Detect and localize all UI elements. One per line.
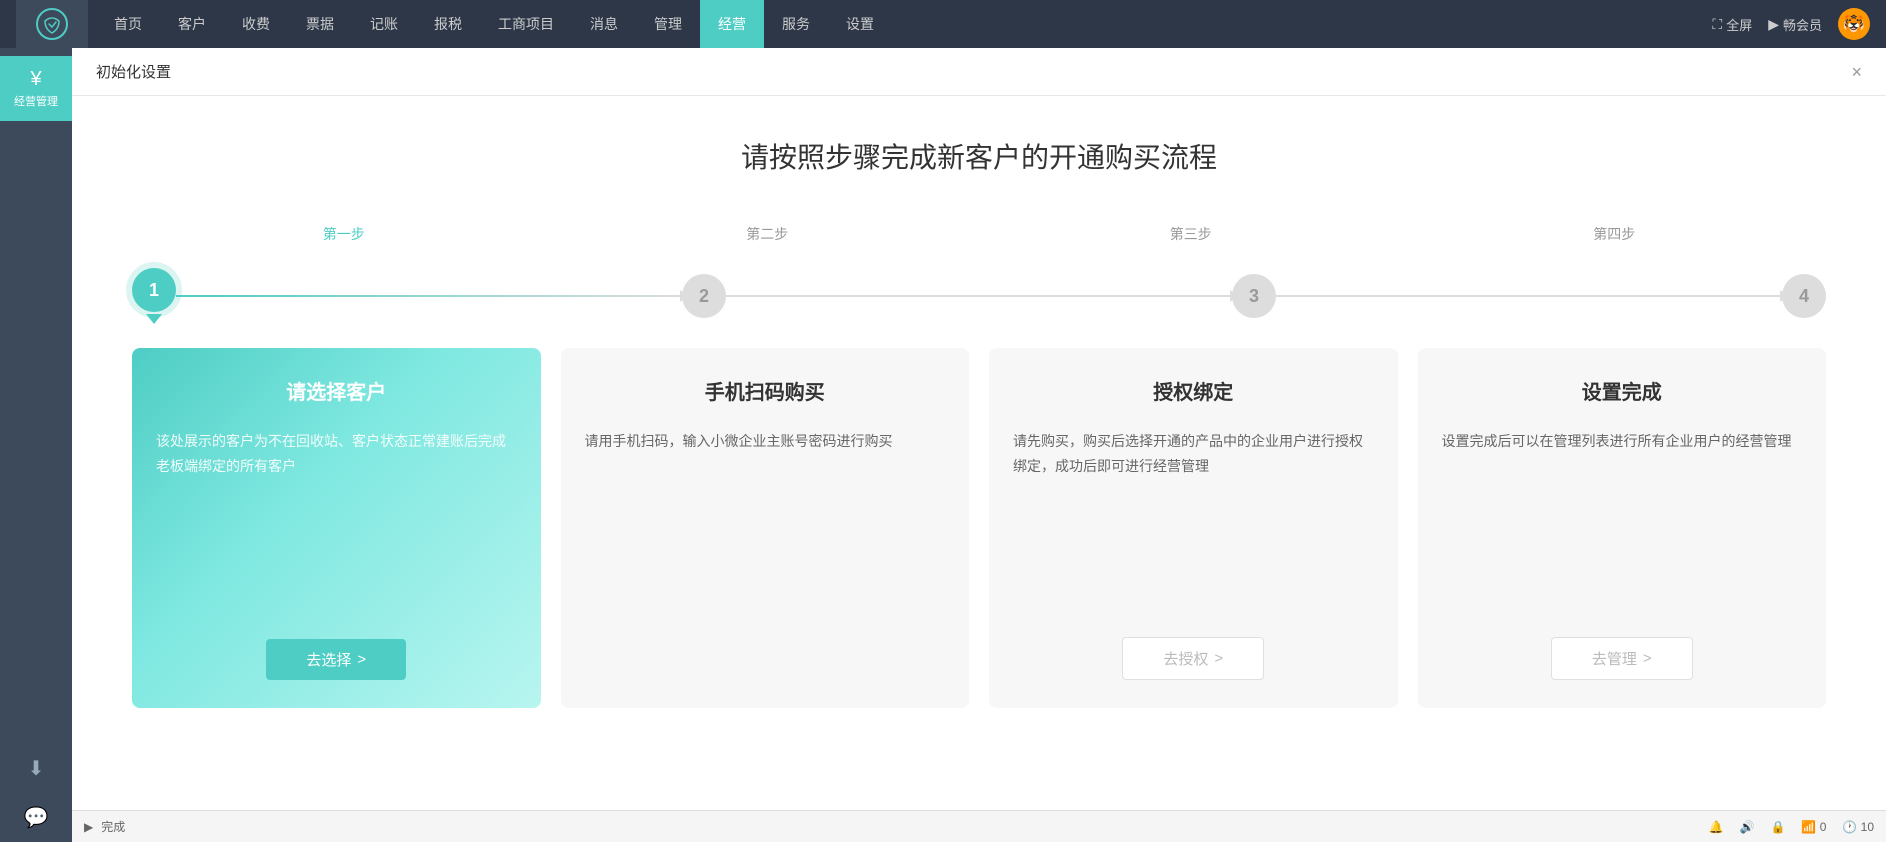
step-circle-3: 3	[1232, 274, 1276, 318]
nav-message[interactable]: 消息	[572, 0, 636, 48]
member-btn[interactable]: ▶ 畅会员	[1768, 15, 1822, 34]
logo-area	[16, 0, 88, 48]
step-circle-2: 2	[682, 274, 726, 318]
step-indicator-4: 4	[1782, 274, 1826, 318]
top-navigation: 首页 客户 收费 票据 记账 报税 工商项目 消息 管理 经营 服务 设置 ⛶ …	[0, 0, 1886, 48]
sidebar-item-label: 经营管理	[14, 95, 58, 109]
nav-manage[interactable]: 管理	[636, 0, 700, 48]
action-btn-1[interactable]: 去选择 >	[266, 639, 406, 680]
card-desc-2: 请用手机扫码，输入小微企业主账号密码进行购买	[585, 429, 946, 680]
card-desc-3: 请先购买，购买后选择开通的产品中的企业用户进行授权绑定，成功后即可进行经营管理	[1013, 429, 1374, 605]
logo-icon	[36, 8, 68, 40]
card-action-1: 去选择 >	[156, 639, 517, 680]
sidebar-bottom: ⬇ 💬	[0, 744, 72, 842]
fullscreen-btn[interactable]: ⛶ 全屏	[1712, 15, 1752, 34]
page-header: 初始化设置 ×	[72, 48, 1886, 96]
step-label-1: 第一步	[323, 224, 365, 244]
step-col-4: 第四步	[1403, 224, 1827, 256]
step-indicator-1: 1	[132, 268, 176, 324]
nav-service[interactable]: 服务	[764, 0, 828, 48]
main-content: 初始化设置 × 请按照步骤完成新客户的开通购买流程 第一步 第二步 第三步 第四…	[72, 48, 1886, 842]
wizard-area: 请按照步骤完成新客户的开通购买流程 第一步 第二步 第三步 第四步	[72, 96, 1886, 810]
cards-row: 请选择客户 该处展示的客户为不在回收站、客户状态正常建账后完成老板端绑定的所有客…	[132, 348, 1826, 708]
main-layout: ¥ 经营管理 ⬇ 💬 初始化设置 × 请按照步骤完成新客户的开通购买流程 第一步	[0, 48, 1886, 842]
step-circle-4: 4	[1782, 274, 1826, 318]
close-button[interactable]: ×	[1851, 63, 1862, 81]
sidebar-item-support[interactable]: 💬	[0, 793, 72, 842]
nav-customer[interactable]: 客户	[160, 0, 224, 48]
lock-icon: 🔒	[1770, 820, 1785, 834]
nav-right: ⛶ 全屏 ▶ 畅会员 🐯	[1712, 8, 1870, 40]
sidebar: ¥ 经营管理 ⬇ 💬	[0, 48, 72, 842]
yen-icon: ¥	[30, 68, 41, 91]
step-col-2: 第二步	[556, 224, 980, 256]
action-btn-4[interactable]: 去管理 >	[1551, 637, 1693, 680]
step-col-1: 第一步	[132, 224, 556, 256]
card-action-4: 去管理 >	[1442, 637, 1803, 680]
step-col-3: 第三步	[979, 224, 1403, 256]
step-card-2: 手机扫码购买 请用手机扫码，输入小微企业主账号密码进行购买	[561, 348, 970, 708]
nav-settings[interactable]: 设置	[828, 0, 892, 48]
timeline: 1 2	[132, 268, 1826, 324]
sidebar-item-download[interactable]: ⬇	[0, 744, 72, 793]
network-status: 📶 0	[1801, 820, 1826, 834]
nav-tax[interactable]: 报税	[416, 0, 480, 48]
user-avatar[interactable]: 🐯	[1838, 8, 1870, 40]
step-indicator-2: 2	[682, 274, 726, 318]
card-action-3: 去授权 >	[1013, 637, 1374, 680]
step-indicator-3: 3	[1232, 274, 1276, 318]
notify-icon: 🔔	[1709, 820, 1724, 834]
clock-status: 🕐 10	[1842, 820, 1874, 834]
volume-icon: 🔊	[1740, 820, 1755, 834]
card-title-2: 手机扫码购买	[585, 376, 946, 405]
step-card-4: 设置完成 设置完成后可以在管理列表进行所有企业用户的经营管理 去管理 >	[1418, 348, 1827, 708]
nav-commerce[interactable]: 工商项目	[480, 0, 572, 48]
connector-1-2	[176, 295, 682, 297]
steps-labels: 第一步 第二步 第三步 第四步	[132, 224, 1826, 256]
action-btn-3[interactable]: 去授权 >	[1122, 637, 1264, 680]
step-card-1: 请选择客户 该处展示的客户为不在回收站、客户状态正常建账后完成老板端绑定的所有客…	[132, 348, 541, 708]
sidebar-item-operation[interactable]: ¥ 经营管理	[0, 56, 72, 121]
connector-3-4	[1276, 295, 1782, 297]
status-bar: ▶ 完成 🔔 🔊 🔒 📶 0 🕐 10	[72, 810, 1886, 842]
nav-accounting[interactable]: 记账	[352, 0, 416, 48]
support-icon: 💬	[24, 805, 49, 830]
step-label-3: 第三步	[1170, 224, 1212, 244]
status-bar-right: 🔔 🔊 🔒 📶 0 🕐 10	[1709, 820, 1874, 834]
step-circle-1: 1	[132, 268, 176, 312]
step-label-2: 第二步	[746, 224, 788, 244]
card-desc-1: 该处展示的客户为不在回收站、客户状态正常建账后完成老板端绑定的所有客户	[156, 429, 517, 607]
step-card-3: 授权绑定 请先购买，购买后选择开通的产品中的企业用户进行授权绑定，成功后即可进行…	[989, 348, 1398, 708]
card-title-1: 请选择客户	[156, 376, 517, 405]
card-desc-4: 设置完成后可以在管理列表进行所有企业用户的经营管理	[1442, 429, 1803, 605]
play-icon: ▶	[84, 820, 93, 834]
connector-2-3	[726, 295, 1232, 297]
wizard-title: 请按照步骤完成新客户的开通购买流程	[132, 136, 1826, 176]
nav-home[interactable]: 首页	[96, 0, 160, 48]
nav-invoice[interactable]: 票据	[288, 0, 352, 48]
card-title-3: 授权绑定	[1013, 376, 1374, 405]
page-title: 初始化设置	[96, 61, 171, 82]
step-pointer-1	[146, 314, 162, 324]
status-text: 完成	[101, 818, 125, 835]
download-icon: ⬇	[28, 756, 45, 781]
nav-operation[interactable]: 经营	[700, 0, 764, 48]
nav-fee[interactable]: 收费	[224, 0, 288, 48]
card-title-4: 设置完成	[1442, 376, 1803, 405]
nav-items: 首页 客户 收费 票据 记账 报税 工商项目 消息 管理 经营 服务 设置	[96, 0, 1712, 48]
step-label-4: 第四步	[1593, 224, 1635, 244]
